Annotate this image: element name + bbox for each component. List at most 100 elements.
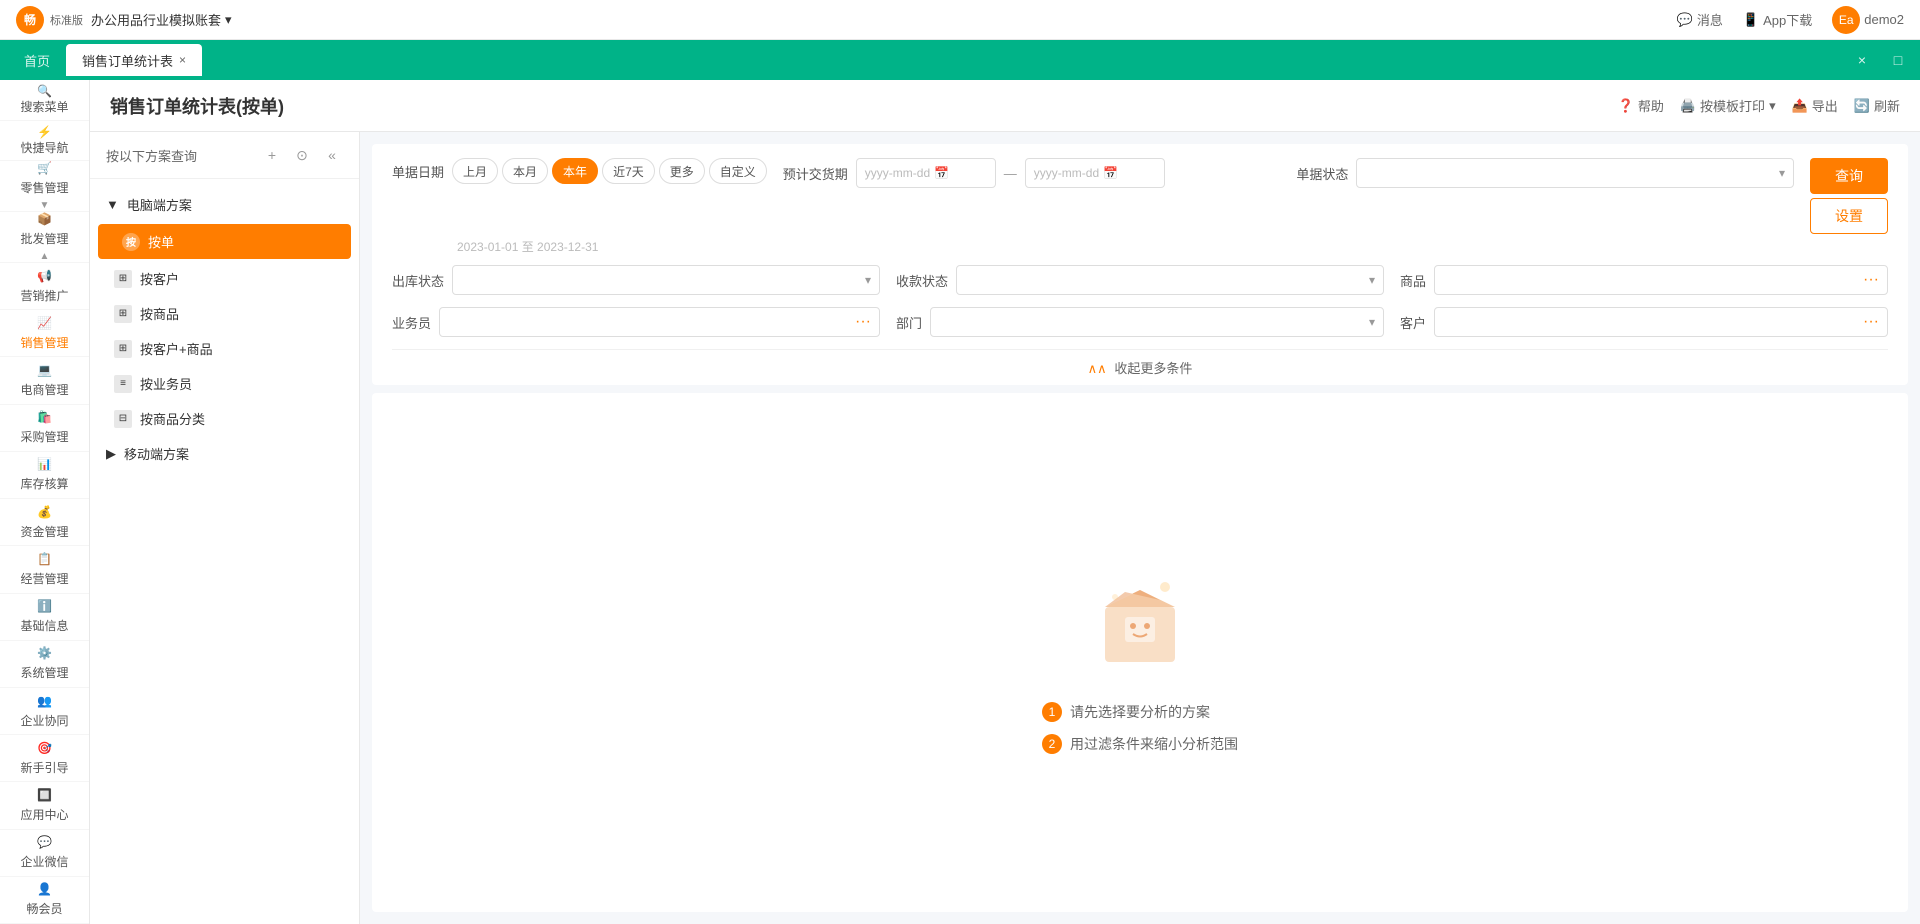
salesman-select[interactable]: ··· bbox=[439, 307, 880, 337]
refresh-button[interactable]: 🔄 刷新 bbox=[1854, 96, 1900, 115]
sidebar-item-appcenter[interactable]: 🔲 应用中心 bbox=[0, 782, 89, 829]
tab-sales-order[interactable]: 销售订单统计表 × bbox=[66, 44, 202, 76]
tab-close-icon[interactable]: × bbox=[179, 53, 186, 67]
out-status-select[interactable]: ▾ bbox=[452, 265, 880, 295]
sidebar-item-purchase[interactable]: 🛍️ 采购管理 bbox=[0, 405, 89, 452]
product-select[interactable]: ··· bbox=[1434, 265, 1888, 295]
sidebar-item-ecommerce[interactable]: 💻 电商管理 bbox=[0, 357, 89, 404]
tip-num-2: 2 bbox=[1042, 734, 1062, 754]
sidebar-inventory-label: 库存核算 bbox=[20, 475, 68, 492]
search-icon: 🔍 bbox=[37, 84, 52, 98]
nav-maximize-button[interactable]: □ bbox=[1884, 46, 1912, 74]
tree-expand-icon: ▼ bbox=[106, 197, 119, 212]
tree-group-pc[interactable]: ▼ 电脑端方案 bbox=[90, 187, 359, 222]
this-year-btn[interactable]: 本年 bbox=[552, 158, 598, 184]
basic-icon: ℹ️ bbox=[37, 599, 52, 613]
message-label: 消息 bbox=[1697, 10, 1723, 29]
message-button[interactable]: 💬 消息 bbox=[1677, 10, 1723, 29]
more-date-btn[interactable]: 更多 bbox=[659, 158, 705, 184]
sidebar-item-quicknav[interactable]: ⚡ 快捷导航 bbox=[0, 121, 89, 162]
sidebar-item-basic[interactable]: ℹ️ 基础信息 bbox=[0, 594, 89, 641]
expected-date-end[interactable]: yyyy-mm-dd 📅 bbox=[1025, 158, 1165, 188]
expected-date-start[interactable]: yyyy-mm-dd 📅 bbox=[856, 158, 996, 188]
nav-minimize-button[interactable]: × bbox=[1848, 46, 1876, 74]
logo-icon: 畅 bbox=[16, 6, 44, 34]
tab-home-label: 首页 bbox=[24, 51, 50, 70]
app-download-label: App下载 bbox=[1763, 10, 1812, 29]
quicknav-icon: ⚡ bbox=[37, 125, 52, 139]
tree-group-mobile[interactable]: ▶ 移动端方案 bbox=[90, 436, 359, 471]
collapse-panel-button[interactable]: « bbox=[321, 144, 343, 166]
retail-icon: 🛒 bbox=[37, 161, 52, 175]
tree-item-by-salesman-label: 按业务员 bbox=[140, 374, 192, 393]
by-cust-prod-icon: ⊞ bbox=[114, 340, 132, 358]
calendar-start-icon: 📅 bbox=[934, 166, 949, 180]
settings-button[interactable]: 设置 bbox=[1810, 198, 1888, 234]
help-button[interactable]: ❓ 帮助 bbox=[1618, 96, 1664, 115]
expected-start-placeholder: yyyy-mm-dd bbox=[865, 166, 930, 180]
single-status-select[interactable]: ▾ bbox=[1356, 158, 1794, 188]
sidebar-item-newbie[interactable]: 🎯 新手引导 bbox=[0, 735, 89, 782]
wholesale-expand-icon: ▲ bbox=[40, 251, 50, 262]
receipt-status-select[interactable]: ▾ bbox=[956, 265, 1384, 295]
tree-item-by-cust-prod[interactable]: ⊞ 按客户+商品 bbox=[90, 331, 359, 366]
date-separator: — bbox=[1004, 166, 1017, 181]
sidebar-item-system[interactable]: ⚙️ 系统管理 bbox=[0, 641, 89, 688]
sidebar-item-retail[interactable]: 🛒 零售管理 ▼ bbox=[0, 161, 89, 212]
template-print-button[interactable]: 🖨️ 按模板打印 ▾ bbox=[1680, 96, 1776, 115]
right-panel: 单据日期 上月 本月 本年 近7天 更多 自定义 预计交货期 bbox=[360, 132, 1920, 924]
sidebar-item-wechat[interactable]: 💬 企业微信 bbox=[0, 830, 89, 877]
page-title: 销售订单统计表(按单) bbox=[110, 93, 284, 119]
tree-item-by-salesman[interactable]: ≡ 按业务员 bbox=[90, 366, 359, 401]
add-scheme-button[interactable]: + bbox=[261, 144, 283, 166]
tree-item-by-product[interactable]: ⊞ 按商品 bbox=[90, 296, 359, 331]
sidebar-item-marketing[interactable]: 📢 营销推广 bbox=[0, 263, 89, 310]
customer-select[interactable]: ··· bbox=[1434, 307, 1888, 337]
last-month-btn[interactable]: 上月 bbox=[452, 158, 498, 184]
sidebar-item-operations[interactable]: 📋 经营管理 bbox=[0, 546, 89, 593]
sidebar-item-member[interactable]: 👤 畅会员 bbox=[0, 877, 89, 924]
app-download-button[interactable]: 📱 App下载 bbox=[1743, 10, 1812, 29]
custom-date-btn[interactable]: 自定义 bbox=[709, 158, 767, 184]
tree-item-by-order[interactable]: 按 按单 bbox=[98, 224, 351, 259]
nav-tabs: 首页 销售订单统计表 × × □ bbox=[0, 40, 1920, 80]
sidebar-purchase-label: 采购管理 bbox=[20, 428, 68, 445]
scheme-settings-button[interactable]: ⊙ bbox=[291, 144, 313, 166]
sidebar-quicknav-label: 快捷导航 bbox=[20, 139, 68, 156]
user-avatar-area[interactable]: Ea demo2 bbox=[1832, 6, 1904, 34]
print-icon: 🖨️ bbox=[1680, 98, 1696, 114]
single-status-arrow-icon: ▾ bbox=[1779, 166, 1785, 180]
tab-home[interactable]: 首页 bbox=[8, 44, 66, 76]
avatar: Ea bbox=[1832, 6, 1860, 34]
sidebar-item-search[interactable]: 🔍 搜索菜单 bbox=[0, 80, 89, 121]
main-content: 按以下方案查询 + ⊙ « ▼ 电脑端方案 按 bbox=[90, 132, 1920, 924]
sidebar-item-sales[interactable]: 📈 销售管理 bbox=[0, 310, 89, 357]
workspace-selector[interactable]: 办公用品行业模拟账套 ▾ bbox=[91, 10, 232, 29]
filter-row-2: 出库状态 ▾ 收款状态 ▾ bbox=[392, 265, 1888, 295]
sidebar: 🔍 搜索菜单 ⚡ 快捷导航 🛒 零售管理 ▼ 📦 批发管理 ▲ 📢 营销推广 📈… bbox=[0, 80, 90, 924]
sidebar-item-wholesale[interactable]: 📦 批发管理 ▲ bbox=[0, 212, 89, 263]
product-label: 商品 bbox=[1400, 271, 1426, 290]
left-panel: 按以下方案查询 + ⊙ « ▼ 电脑端方案 按 bbox=[90, 132, 360, 924]
by-product-icon: ⊞ bbox=[114, 305, 132, 323]
template-print-label: 按模板打印 bbox=[1700, 96, 1765, 115]
query-button[interactable]: 查询 bbox=[1810, 158, 1888, 194]
tree-item-by-customer[interactable]: ⊞ 按客户 bbox=[90, 261, 359, 296]
tree-item-by-category[interactable]: ⊟ 按商品分类 bbox=[90, 401, 359, 436]
sidebar-item-inventory[interactable]: 📊 库存核算 bbox=[0, 452, 89, 499]
last7days-btn[interactable]: 近7天 bbox=[602, 158, 655, 184]
tree-group-mobile-label: 移动端方案 bbox=[124, 444, 189, 463]
tree-item-by-customer-label: 按客户 bbox=[140, 269, 179, 288]
collapse-bar[interactable]: ∧∧ 收起更多条件 bbox=[392, 349, 1888, 385]
sidebar-item-enterprise[interactable]: 👥 企业协同 bbox=[0, 688, 89, 735]
app-icon: 📱 bbox=[1743, 12, 1759, 28]
sidebar-item-finance[interactable]: 💰 资金管理 bbox=[0, 499, 89, 546]
department-select[interactable]: ▾ bbox=[930, 307, 1384, 337]
operations-icon: 📋 bbox=[37, 552, 52, 566]
tree-item-by-product-label: 按商品 bbox=[140, 304, 179, 323]
export-button[interactable]: 📤 导出 bbox=[1792, 96, 1838, 115]
sidebar-member-label: 畅会员 bbox=[26, 900, 62, 917]
user-name: demo2 bbox=[1864, 12, 1904, 27]
customer-group: 客户 ··· bbox=[1400, 307, 1888, 337]
this-month-btn[interactable]: 本月 bbox=[502, 158, 548, 184]
